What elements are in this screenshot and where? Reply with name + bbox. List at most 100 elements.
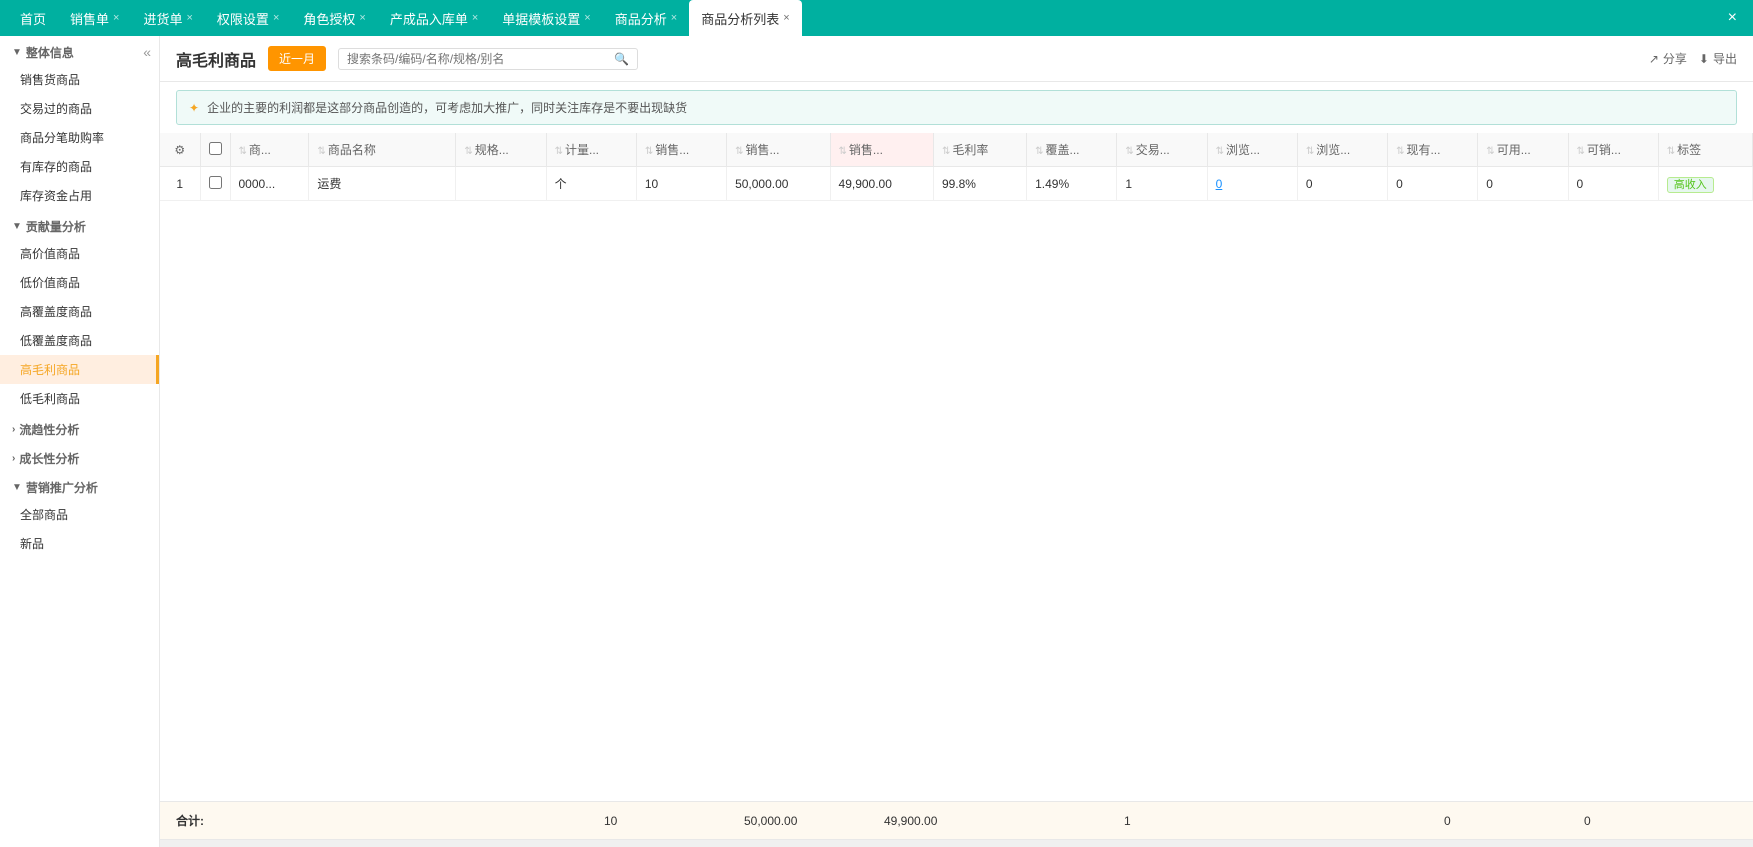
footer-current-stock: 0: [1444, 814, 1524, 828]
col-code[interactable]: ⇅商...: [230, 133, 309, 167]
nav-role[interactable]: 角色授权 ×: [291, 0, 377, 36]
nav-permission-close[interactable]: ×: [273, 12, 279, 24]
sidebar-item-purchase-rate[interactable]: 商品分笔助购率: [0, 123, 159, 152]
cell-code: 0000...: [230, 167, 309, 201]
export-button[interactable]: ⬇ 导出: [1699, 50, 1737, 67]
sidebar-item-high-margin[interactable]: 高毛利商品: [0, 355, 159, 384]
nav-template[interactable]: 单据模板设置 ×: [490, 0, 602, 36]
info-icon: ✦: [189, 101, 199, 115]
cell-transaction: 1: [1117, 167, 1207, 201]
sidebar-group-contribution[interactable]: ▼ 贡献量分析: [0, 210, 159, 239]
cell-available: 0: [1478, 167, 1568, 201]
cell-checkbox[interactable]: [200, 167, 230, 201]
nav-template-close[interactable]: ×: [584, 12, 590, 24]
col-sales-cost[interactable]: ⇅销售...: [830, 133, 933, 167]
nav-home[interactable]: 首页: [8, 0, 58, 36]
cell-unit: 个: [546, 167, 636, 201]
cell-browse2: 0: [1297, 167, 1387, 201]
cell-sales-cost: 49,900.00: [830, 167, 933, 201]
cell-num: 1: [160, 167, 200, 201]
col-name[interactable]: ⇅商品名称: [309, 133, 456, 167]
cell-browse1[interactable]: 0: [1207, 167, 1297, 201]
search-input[interactable]: [347, 52, 614, 66]
sidebar-item-low-margin[interactable]: 低毛利商品: [0, 384, 159, 413]
flow-arrow-icon: ›: [12, 424, 15, 435]
nav-analysis[interactable]: 商品分析 ×: [603, 0, 689, 36]
top-nav: 首页 销售单 × 进货单 × 权限设置 × 角色授权 × 产成品入库单 × 单据…: [0, 0, 1753, 36]
data-table: ⚙ ⇅商... ⇅商品名称 ⇅规格... ⇅计量... ⇅销售... ⇅销售..…: [160, 133, 1753, 201]
cell-current-stock: 0: [1388, 167, 1478, 201]
col-settings[interactable]: ⚙: [160, 133, 200, 167]
cell-name: 运费: [309, 167, 456, 201]
sidebar-group-overall[interactable]: ▼ 整体信息: [0, 36, 159, 65]
browse1-link[interactable]: 0: [1216, 177, 1223, 191]
cell-tag: 高收入: [1658, 167, 1752, 201]
col-sales-qty[interactable]: ⇅销售...: [636, 133, 726, 167]
nav-sales-close[interactable]: ×: [113, 12, 119, 24]
cell-sales-qty: 10: [636, 167, 726, 201]
nav-role-close[interactable]: ×: [359, 12, 365, 24]
sidebar-item-low-value[interactable]: 低价值商品: [0, 268, 159, 297]
sidebar-item-in-stock[interactable]: 有库存的商品: [0, 152, 159, 181]
filter-recent-month[interactable]: 近一月: [268, 46, 326, 71]
col-current-stock[interactable]: ⇅现有...: [1388, 133, 1478, 167]
search-box: 🔍: [338, 48, 638, 70]
sidebar-item-traded-goods[interactable]: 交易过的商品: [0, 94, 159, 123]
col-gross-margin[interactable]: ⇅毛利率: [933, 133, 1026, 167]
sidebar-item-high-value[interactable]: 高价值商品: [0, 239, 159, 268]
col-available[interactable]: ⇅可用...: [1478, 133, 1568, 167]
sidebar-group-marketing[interactable]: ▼ 营销推广分析: [0, 471, 159, 500]
cell-saleable: 0: [1568, 167, 1658, 201]
col-transaction[interactable]: ⇅交易...: [1117, 133, 1207, 167]
footer-available: 0: [1584, 814, 1664, 828]
footer-sales-cost: 49,900.00: [884, 814, 964, 828]
footer-sales-amount: 50,000.00: [744, 814, 824, 828]
cell-spec: [456, 167, 546, 201]
col-tag[interactable]: ⇅标签: [1658, 133, 1752, 167]
table-footer: 合计: 10 50,000.00 49,900.00 1 0 0: [160, 801, 1753, 839]
sidebar-item-new-goods[interactable]: 新品: [0, 529, 159, 558]
sidebar-item-low-coverage[interactable]: 低覆盖度商品: [0, 326, 159, 355]
nav-permission[interactable]: 权限设置 ×: [205, 0, 291, 36]
sidebar-item-sales-goods[interactable]: 销售货商品: [0, 65, 159, 94]
tag-badge: 高收入: [1667, 177, 1714, 193]
growth-arrow-icon: ›: [12, 453, 15, 464]
nav-product-stock[interactable]: 产成品入库单 ×: [378, 0, 490, 36]
cell-gross-margin: 99.8%: [933, 167, 1026, 201]
nav-product-stock-close[interactable]: ×: [472, 12, 478, 24]
sidebar-item-capital[interactable]: 库存资金占用: [0, 181, 159, 210]
table-header-row: ⚙ ⇅商... ⇅商品名称 ⇅规格... ⇅计量... ⇅销售... ⇅销售..…: [160, 133, 1753, 167]
col-unit[interactable]: ⇅计量...: [546, 133, 636, 167]
nav-sales[interactable]: 销售单 ×: [58, 0, 131, 36]
col-saleable[interactable]: ⇅可销...: [1568, 133, 1658, 167]
nav-purchase-close[interactable]: ×: [186, 12, 192, 24]
col-browse2[interactable]: ⇅浏览...: [1297, 133, 1387, 167]
col-browse1[interactable]: ⇅浏览...: [1207, 133, 1297, 167]
data-table-container[interactable]: ⚙ ⇅商... ⇅商品名称 ⇅规格... ⇅计量... ⇅销售... ⇅销售..…: [160, 133, 1753, 801]
contribution-arrow-icon: ▼: [12, 221, 22, 232]
select-all-checkbox[interactable]: [209, 142, 222, 155]
sidebar-group-flow[interactable]: › 流趋性分析: [0, 413, 159, 442]
search-icon[interactable]: 🔍: [614, 52, 629, 66]
share-button[interactable]: ↗ 分享: [1649, 50, 1687, 67]
footer-sales-qty: 10: [604, 814, 684, 828]
row-checkbox[interactable]: [209, 176, 222, 189]
col-checkbox[interactable]: [200, 133, 230, 167]
export-icon: ⬇: [1699, 52, 1709, 66]
sidebar-collapse-button[interactable]: «: [143, 44, 151, 60]
horizontal-scrollbar[interactable]: [160, 839, 1753, 847]
sidebar-group-growth[interactable]: › 成长性分析: [0, 442, 159, 471]
col-coverage[interactable]: ⇅覆盖...: [1027, 133, 1117, 167]
window-close-button[interactable]: ×: [1720, 9, 1745, 27]
nav-analysis-list-close[interactable]: ×: [783, 12, 789, 24]
nav-purchase[interactable]: 进货单 ×: [131, 0, 204, 36]
nav-analysis-list[interactable]: 商品分析列表 ×: [689, 0, 801, 36]
overall-arrow-icon: ▼: [12, 47, 22, 58]
col-sales-amount[interactable]: ⇅销售...: [727, 133, 830, 167]
sidebar-item-high-coverage[interactable]: 高覆盖度商品: [0, 297, 159, 326]
sidebar-item-all-goods[interactable]: 全部商品: [0, 500, 159, 529]
nav-analysis-close[interactable]: ×: [671, 12, 677, 24]
content-header: 高毛利商品 近一月 🔍 ↗ 分享 ⬇ 导出: [160, 36, 1753, 82]
table-row: 1 0000... 运费 个 10 50,000.00 49,900.00 99…: [160, 167, 1753, 201]
col-spec[interactable]: ⇅规格...: [456, 133, 546, 167]
